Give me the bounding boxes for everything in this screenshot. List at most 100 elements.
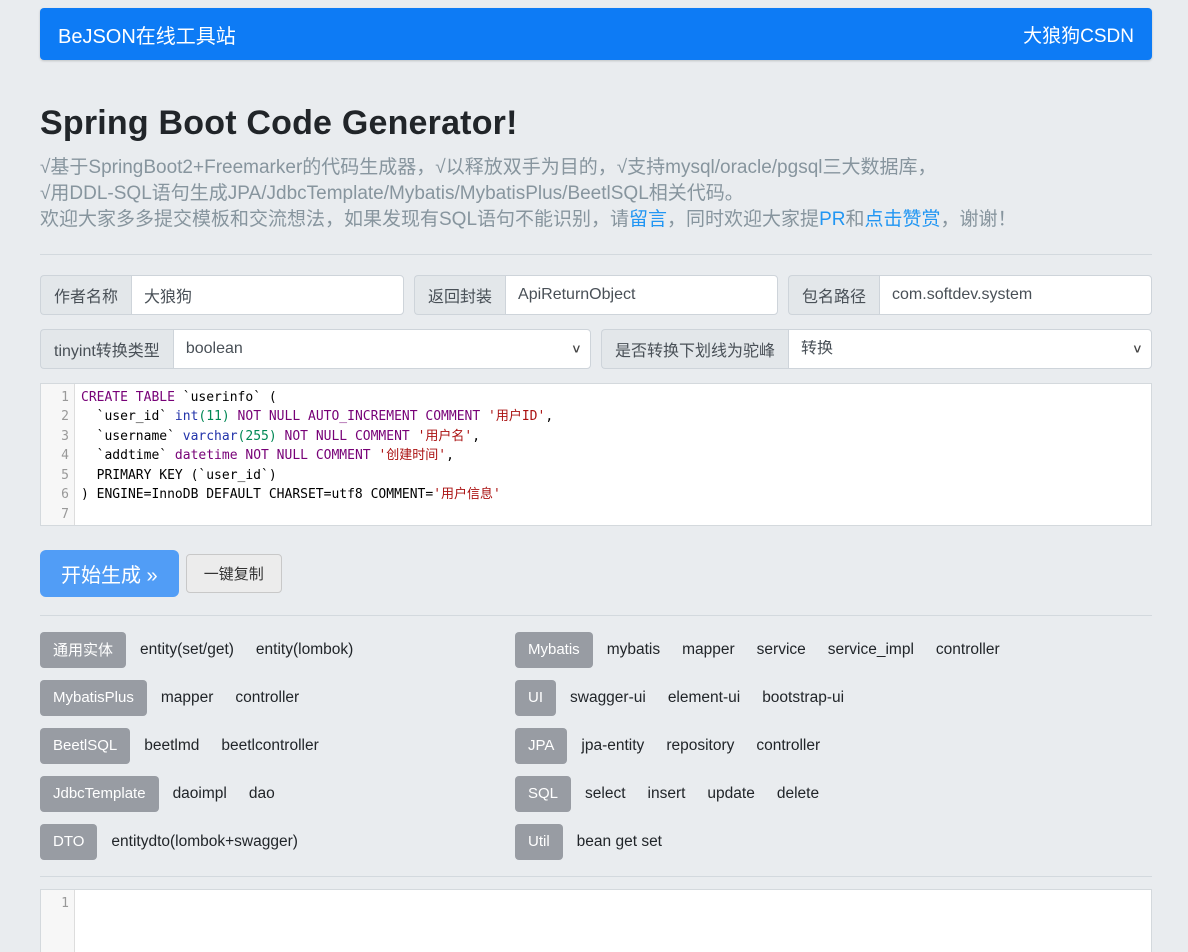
code-token	[230, 409, 238, 424]
group-badge: MybatisPlus	[40, 680, 147, 716]
template-link[interactable]: entitydto(lombok+swagger)	[111, 833, 298, 851]
group-badge: UI	[515, 680, 556, 716]
template-link[interactable]: bootstrap-ui	[762, 689, 844, 707]
template-link[interactable]: service	[757, 641, 806, 659]
group-badge: Mybatis	[515, 632, 593, 668]
group-badge: DTO	[40, 824, 97, 860]
template-link[interactable]: controller	[936, 641, 1000, 659]
package-path-input[interactable]	[879, 275, 1152, 315]
group-badge: JPA	[515, 728, 567, 764]
camel-convert-label: 是否转换下划线为驼峰	[601, 329, 788, 369]
author-name-group: 作者名称	[40, 275, 404, 315]
code-token: '用户信息'	[433, 487, 501, 502]
template-link[interactable]: entity(set/get)	[140, 641, 234, 659]
tag-row: JdbcTemplatedaoimpldao	[40, 776, 515, 812]
form-row-2: tinyint转换类型 boolean ∨ 是否转换下划线为驼峰 转换 ∨	[40, 329, 1152, 369]
return-wrapper-group: 返回封装	[414, 275, 778, 315]
code-token: NOT NULL COMMENT	[245, 448, 370, 463]
code-token: (255)	[238, 429, 277, 444]
tag-row: UI swagger-ui element-ui bootstrap-ui	[515, 680, 1152, 716]
description-line-3: 欢迎大家多多提交模板和交流想法，如果发现有SQL语句不能识别，请留言，同时欢迎大…	[40, 207, 1152, 233]
group-badge: Util	[515, 824, 563, 860]
tag-row: Mybatis mybatis mapper service service_impl c…	[515, 632, 1152, 668]
return-wrapper-input[interactable]	[505, 275, 778, 315]
navbar-brand-link[interactable]: BeJSON在线工具站	[58, 20, 236, 49]
template-link[interactable]: repository	[666, 737, 734, 755]
pr-link[interactable]: PR	[819, 209, 845, 230]
copy-button[interactable]: 一键复制	[186, 554, 282, 593]
code-token: (11)	[198, 409, 229, 424]
template-link[interactable]: daoimpl	[173, 785, 227, 803]
top-navbar: BeJSON在线工具站 大狼狗CSDN	[40, 8, 1152, 60]
template-link[interactable]: select	[585, 785, 626, 803]
divider	[40, 254, 1152, 255]
navbar-right-link[interactable]: 大狼狗CSDN	[1023, 21, 1134, 48]
code-token: `userinfo` (	[175, 390, 277, 405]
line-number: 4	[41, 446, 69, 466]
tag-row: JPA jpa-entity repository controller	[515, 728, 1152, 764]
tag-row: 通用实体 entity(set/get) entity(lombok)	[40, 632, 515, 668]
template-link[interactable]: mapper	[161, 689, 214, 707]
template-tag-groups: 通用实体 entity(set/get) entity(lombok) Mybatis…	[40, 632, 1152, 860]
template-link[interactable]: jpa-entity	[581, 737, 644, 755]
output-code-editor[interactable]: 1	[40, 889, 1152, 952]
description-line-1: √基于SpringBoot2+Freemarker的代码生成器，√以释放双手为目…	[40, 155, 1152, 181]
template-link[interactable]: mybatis	[607, 641, 660, 659]
code-line	[81, 894, 1151, 914]
template-link[interactable]: bean get set	[577, 833, 662, 851]
template-link[interactable]: service_impl	[828, 641, 914, 659]
code-token: '用户ID'	[488, 409, 545, 424]
description-text: 和	[845, 209, 864, 230]
group-badge: 通用实体	[40, 632, 126, 668]
line-number-gutter: 1	[41, 890, 75, 952]
output-code-area[interactable]	[75, 890, 1151, 952]
template-link[interactable]: update	[707, 785, 754, 803]
package-path-group: 包名路径	[788, 275, 1152, 315]
sql-code-area[interactable]: CREATE TABLE `userinfo` ( `user_id` int(…	[75, 384, 1151, 525]
code-token: CREATE TABLE	[81, 390, 175, 405]
line-number: 7	[41, 505, 69, 525]
template-link[interactable]: beetlmd	[144, 737, 199, 755]
template-link[interactable]: controller	[235, 689, 299, 707]
description-line-2: √用DDL-SQL语句生成JPA/JdbcTemplate/Mybatis/My…	[40, 181, 1152, 207]
code-line	[81, 505, 1151, 525]
code-token: `addtime`	[81, 448, 175, 463]
tag-row: MybatisPlus mapper controller	[40, 680, 515, 716]
group-badge: SQL	[515, 776, 571, 812]
template-link[interactable]: beetlcontroller	[221, 737, 318, 755]
code-line: PRIMARY KEY (`user_id`)	[81, 466, 1151, 486]
line-number-gutter: 1234567	[41, 384, 75, 525]
hero-section: Spring Boot Code Generator! √基于SpringBoo…	[40, 60, 1152, 234]
code-token	[277, 429, 285, 444]
camel-convert-group: 是否转换下划线为驼峰 转换 ∨	[601, 329, 1152, 369]
generate-button[interactable]: 开始生成 »	[40, 550, 179, 597]
code-line: `user_id` int(11) NOT NULL AUTO_INCREMEN…	[81, 407, 1151, 427]
line-number: 3	[41, 427, 69, 447]
template-link[interactable]: element-ui	[668, 689, 740, 707]
package-path-label: 包名路径	[788, 275, 879, 315]
tinyint-type-select[interactable]: boolean	[173, 329, 591, 369]
code-token: NOT NULL COMMENT	[285, 429, 410, 444]
template-link[interactable]: entity(lombok)	[256, 641, 353, 659]
template-link[interactable]: mapper	[682, 641, 735, 659]
sql-input-editor[interactable]: 1234567 CREATE TABLE `userinfo` ( `user_…	[40, 383, 1152, 526]
template-link[interactable]: dao	[249, 785, 275, 803]
template-link[interactable]: insert	[648, 785, 686, 803]
line-number: 2	[41, 407, 69, 427]
leave-message-link[interactable]: 留言	[629, 209, 667, 230]
template-link[interactable]: controller	[756, 737, 820, 755]
divider	[40, 876, 1152, 877]
author-name-input[interactable]	[131, 275, 404, 315]
line-number: 5	[41, 466, 69, 486]
code-token: `user_id`	[81, 409, 175, 424]
template-link[interactable]: delete	[777, 785, 819, 803]
code-token: datetime	[175, 448, 238, 463]
tag-row: DTO entitydto(lombok+swagger)	[40, 824, 515, 860]
donate-link[interactable]: 点击赞赏	[864, 209, 940, 230]
code-token: int	[175, 409, 198, 424]
code-token: ) ENGINE=InnoDB DEFAULT CHARSET=utf8 COM…	[81, 487, 433, 502]
form-row-1: 作者名称 返回封装 包名路径	[40, 275, 1152, 315]
template-link[interactable]: swagger-ui	[570, 689, 646, 707]
tag-row: Util bean get set	[515, 824, 1152, 860]
camel-convert-select[interactable]: 转换	[788, 329, 1152, 369]
